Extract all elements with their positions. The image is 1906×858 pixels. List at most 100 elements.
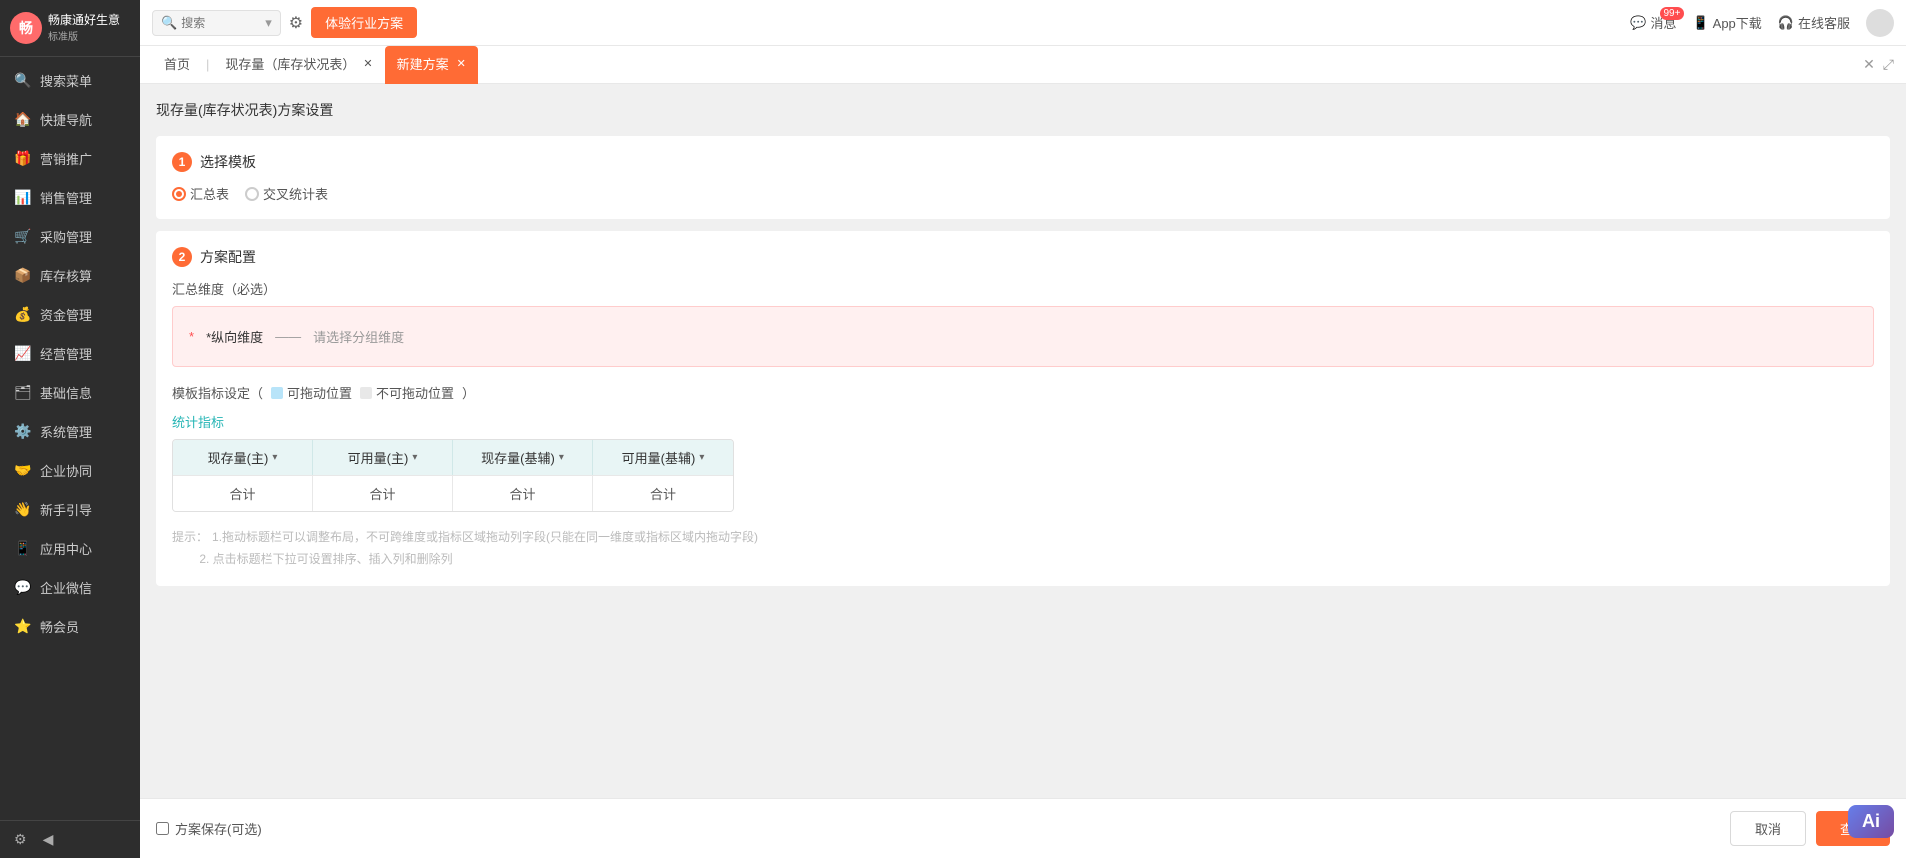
sidebar-item-label: 经营管理 xyxy=(40,344,92,363)
save-checkbox-label[interactable]: 方案保存(可选) xyxy=(156,819,262,838)
sidebar-item-search[interactable]: 🔍 搜索菜单 xyxy=(0,61,140,100)
trending-icon: 📈 xyxy=(14,345,32,363)
sidebar-item-nav[interactable]: 🏠 快捷导航 xyxy=(0,100,140,139)
tabs-bar: 首页 | 现存量（库存状况表） ✕ 新建方案 ✕ ✕ ⤢ xyxy=(140,46,1906,84)
sidebar-item-marketing[interactable]: 🎁 营销推广 xyxy=(0,139,140,178)
sidebar-item-label: 销售管理 xyxy=(40,188,92,207)
col-stock-aux-label: 现存量(基辅) xyxy=(481,448,555,467)
headset-icon: 🎧 xyxy=(1778,15,1794,31)
col-stock-aux-chevron: ▾ xyxy=(559,452,564,463)
trial-industry-button[interactable]: 体验行业方案 xyxy=(311,7,417,38)
online-service-label: 在线客服 xyxy=(1798,13,1850,32)
app-download-button[interactable]: 📱 App下载 xyxy=(1692,13,1761,32)
table-body-row: 合计 合计 合计 合计 xyxy=(173,475,733,511)
message-button[interactable]: 💬 消息 99+ xyxy=(1630,13,1676,32)
search-input[interactable] xyxy=(181,16,261,30)
sidebar-item-label: 应用中心 xyxy=(40,539,92,558)
sidebar-item-member[interactable]: ⭐ 畅会员 xyxy=(0,607,140,646)
step1-header: 1 选择模板 xyxy=(172,152,1874,172)
save-checkbox-text: 方案保存(可选) xyxy=(175,819,262,838)
indicator-label-row: 模板指标设定（ 可拖动位置 不可拖动位置 ） xyxy=(172,383,1874,402)
sidebar-item-inventory[interactable]: 📦 库存核算 xyxy=(0,256,140,295)
radio-summary-label: 汇总表 xyxy=(190,184,229,203)
tip-1-text: 1.拖动标题栏可以调整布局，不可跨维度或指标区域拖动列字段(只能在同一维度或指标… xyxy=(212,527,758,549)
search-dropdown-icon[interactable]: ▾ xyxy=(265,15,272,31)
search-menu-icon: 🔍 xyxy=(14,72,32,90)
footer-bar: 方案保存(可选) 取消 查询 xyxy=(140,798,1906,858)
radio-summary[interactable]: 汇总表 xyxy=(172,184,229,203)
settings-icon[interactable]: ⚙ xyxy=(14,831,27,848)
collapse-icon[interactable]: ◀ xyxy=(43,831,54,848)
sidebar-item-finance[interactable]: 💰 资金管理 xyxy=(0,295,140,334)
sidebar-item-purchase[interactable]: 🛒 采购管理 xyxy=(0,217,140,256)
sidebar-item-basic[interactable]: 🗂 基础信息 xyxy=(0,373,140,412)
step2-section: 2 方案配置 汇总维度（必选） * *纵向维度 —— 请选择分组维度 模板指标设… xyxy=(156,231,1890,586)
sidebar-item-newbie[interactable]: 👋 新手引导 xyxy=(0,490,140,529)
tab-inventory-close[interactable]: ✕ xyxy=(363,57,372,70)
cell-stock-aux-sub-text: 合计 xyxy=(509,484,535,503)
cancel-button[interactable]: 取消 xyxy=(1730,811,1806,846)
settings-gear-icon[interactable]: ⚙ xyxy=(289,13,303,33)
radio-summary-dot xyxy=(172,187,186,201)
tab-new-plan[interactable]: 新建方案 ✕ xyxy=(385,46,478,84)
col-stock-aux[interactable]: 现存量(基辅) ▾ xyxy=(453,440,593,475)
tab-new-plan-label: 新建方案 xyxy=(397,54,449,73)
cell-available-main-sub: 合计 xyxy=(313,476,453,511)
cell-available-aux-sub: 合计 xyxy=(593,476,733,511)
step2-title: 方案配置 xyxy=(200,247,256,267)
legend-fixed: 不可拖动位置 xyxy=(360,383,454,402)
cell-stock-aux-sub: 合计 xyxy=(453,476,593,511)
box-icon: 📦 xyxy=(14,267,32,285)
col-available-aux-label: 可用量(基辅) xyxy=(622,448,696,467)
content-area: 现存量(库存状况表)方案设置 1 选择模板 汇总表 交叉统计表 2 xyxy=(140,84,1906,798)
online-service-button[interactable]: 🎧 在线客服 xyxy=(1778,13,1850,32)
tab-inventory-label: 现存量（库存状况表） xyxy=(225,54,355,73)
topbar-search-box[interactable]: 🔍 ▾ xyxy=(152,10,281,36)
col-available-main[interactable]: 可用量(主) ▾ xyxy=(313,440,453,475)
tab-new-plan-close[interactable]: ✕ xyxy=(457,57,466,70)
step1-number: 1 xyxy=(172,152,192,172)
col-available-main-label: 可用量(主) xyxy=(348,448,409,467)
sidebar: 畅 畅康通好生意 标准版 🔍 搜索菜单 🏠 快捷导航 🎁 营销推广 📊 销售管理… xyxy=(0,0,140,858)
app-logo-icon: 畅 xyxy=(10,12,42,44)
gear-icon: ⚙️ xyxy=(14,423,32,441)
tab-inventory[interactable]: 现存量（库存状况表） ✕ xyxy=(213,46,384,84)
sidebar-item-label: 畅会员 xyxy=(40,617,79,636)
app-edition: 标准版 xyxy=(48,28,120,43)
message-icon: 💬 xyxy=(1630,15,1646,31)
radio-cross[interactable]: 交叉统计表 xyxy=(245,184,328,203)
dimension-required-area[interactable]: * *纵向维度 —— 请选择分组维度 xyxy=(172,306,1874,367)
sidebar-item-label: 快捷导航 xyxy=(40,110,92,129)
sidebar-item-system[interactable]: ⚙️ 系统管理 xyxy=(0,412,140,451)
close-panel-icon[interactable]: ✕ xyxy=(1863,56,1875,73)
col-available-aux-chevron: ▾ xyxy=(699,452,704,463)
col-available-aux[interactable]: 可用量(基辅) ▾ xyxy=(593,440,733,475)
expand-icon[interactable]: ⤢ xyxy=(1883,56,1894,73)
sidebar-item-label: 企业微信 xyxy=(40,578,92,597)
sidebar-item-label: 企业协同 xyxy=(40,461,92,480)
sidebar-item-apps[interactable]: 📱 应用中心 xyxy=(0,529,140,568)
save-checkbox[interactable] xyxy=(156,822,169,835)
sidebar-item-operations[interactable]: 📈 经营管理 xyxy=(0,334,140,373)
cell-stock-main-sub: 合计 xyxy=(173,476,313,511)
ai-badge[interactable]: Ai xyxy=(1848,805,1894,838)
sidebar-item-label: 系统管理 xyxy=(40,422,92,441)
sidebar-item-wechat[interactable]: 💬 企业微信 xyxy=(0,568,140,607)
table-header-row: 现存量(主) ▾ 可用量(主) ▾ 现存量(基辅) ▾ 可用量(基辅) xyxy=(173,440,733,475)
gift-icon: 🎁 xyxy=(14,150,32,168)
tab-home[interactable]: 首页 xyxy=(152,46,202,84)
sidebar-item-enterprise[interactable]: 🤝 企业协同 xyxy=(0,451,140,490)
legend-draggable: 可拖动位置 xyxy=(271,383,352,402)
col-stock-main-label: 现存量(主) xyxy=(208,448,269,467)
user-avatar[interactable] xyxy=(1866,9,1894,37)
step1-section: 1 选择模板 汇总表 交叉统计表 xyxy=(156,136,1890,219)
col-stock-main-chevron: ▾ xyxy=(272,452,277,463)
main-area: 🔍 ▾ ⚙ 体验行业方案 💬 消息 99+ 📱 App下载 🎧 在线客服 xyxy=(140,0,1906,858)
col-stock-main[interactable]: 现存量(主) ▾ xyxy=(173,440,313,475)
indicator-table: 现存量(主) ▾ 可用量(主) ▾ 现存量(基辅) ▾ 可用量(基辅) xyxy=(172,439,734,512)
sidebar-item-sales[interactable]: 📊 销售管理 xyxy=(0,178,140,217)
tips-section: 提示： 1.拖动标题栏可以调整布局，不可跨维度或指标区域拖动列字段(只能在同一维… xyxy=(172,527,1874,570)
search-icon: 🔍 xyxy=(161,15,177,31)
app-download-icon: 📱 xyxy=(1692,15,1708,31)
handshake-icon: 🤝 xyxy=(14,462,32,480)
